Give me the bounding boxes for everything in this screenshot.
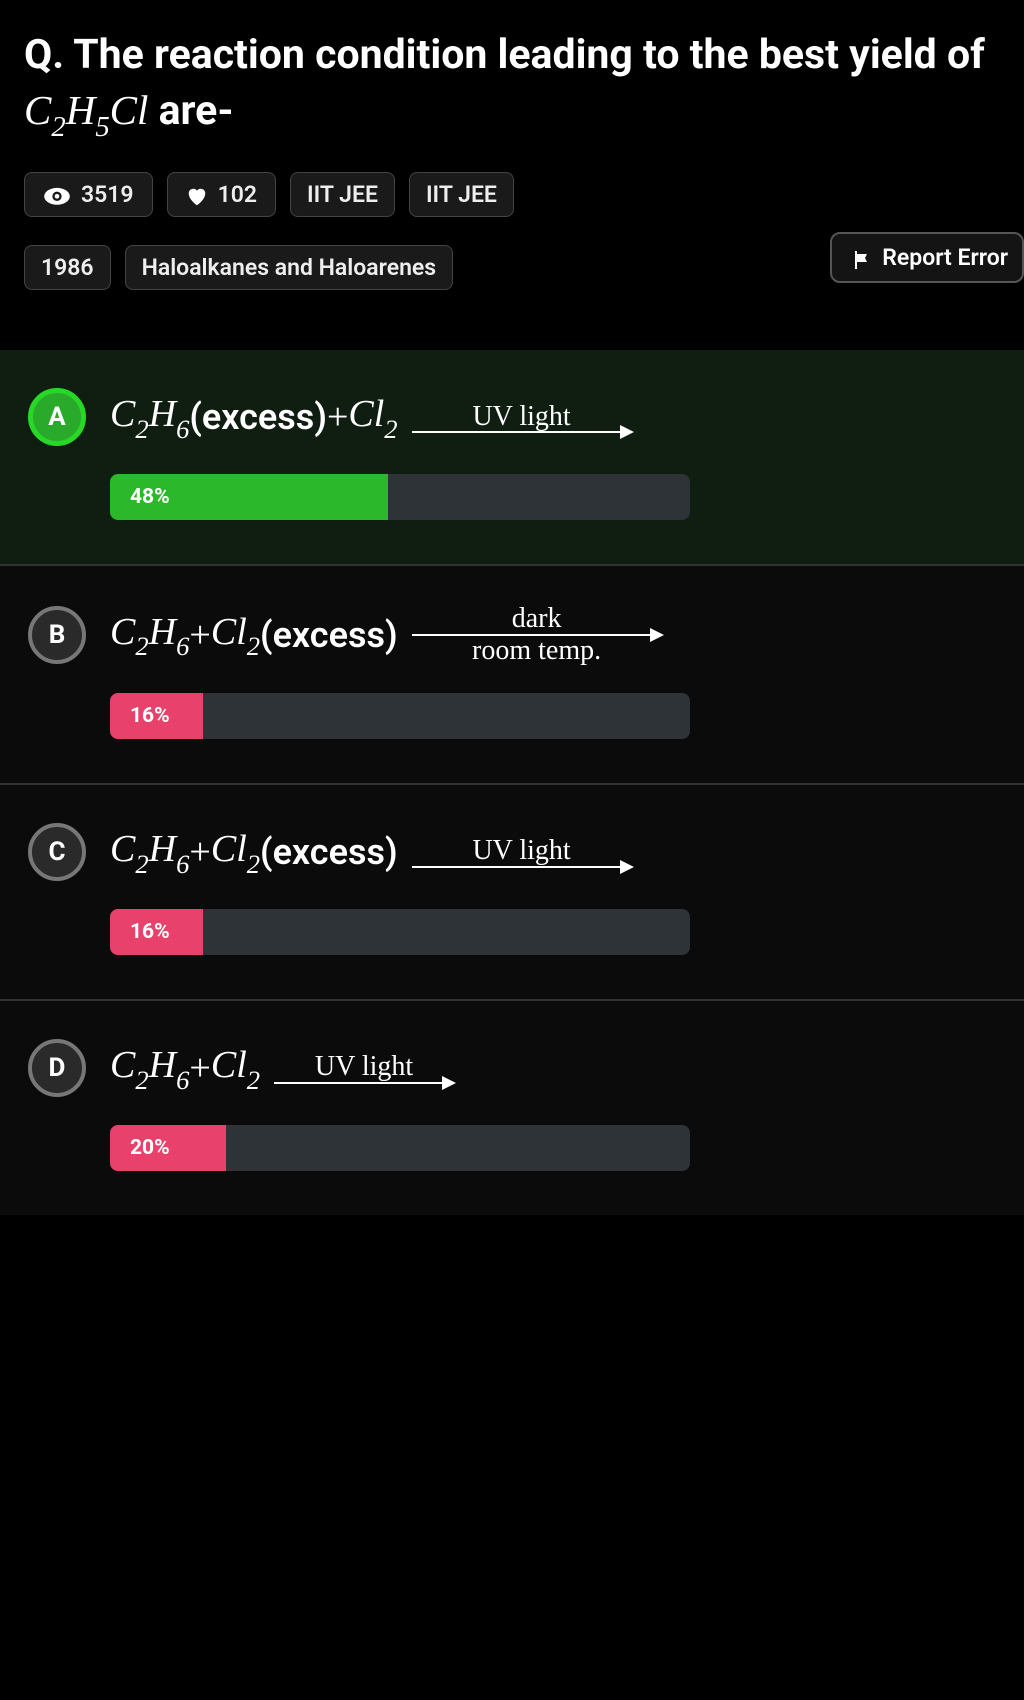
exam-chip-2[interactable]: IIT JEE xyxy=(409,172,514,217)
reaction-arrow: UV light xyxy=(412,402,632,433)
year-chip[interactable]: 1986 xyxy=(24,245,111,290)
heart-icon xyxy=(186,185,208,205)
eye-icon xyxy=(43,185,71,205)
option-letter-b: B xyxy=(28,606,86,664)
progress-fill-a: 48% xyxy=(110,474,388,520)
views-count: 3519 xyxy=(81,181,134,208)
flag-icon xyxy=(852,248,872,268)
progress-bar-d: 20% xyxy=(110,1125,690,1171)
reaction-arrow: dark room temp. xyxy=(412,604,662,665)
options-section: A C2H6 (excess) + Cl2 UV light 48% B xyxy=(0,350,1024,1215)
progress-bar-b: 16% xyxy=(110,693,690,739)
option-a[interactable]: A C2H6 (excess) + Cl2 UV light 48% xyxy=(0,350,1024,564)
likes-count: 102 xyxy=(218,181,257,208)
option-content-c: C2H6 + Cl2 (excess) UV light xyxy=(110,827,632,877)
reaction-arrow: UV light xyxy=(274,1052,454,1083)
option-d[interactable]: D C2H6 + Cl2 UV light 20% xyxy=(0,999,1024,1215)
tags-row: 3519 102 IIT JEE IIT JEE 1986 Haloalkane… xyxy=(24,172,1000,290)
excess-label: (excess) xyxy=(189,396,327,438)
reaction-arrow: UV light xyxy=(412,836,632,867)
progress-bar-a: 48% xyxy=(110,474,690,520)
progress-fill-c: 16% xyxy=(110,909,203,955)
question-formula: C2H5Cl xyxy=(24,87,148,133)
question-title: Q. The reaction condition leading to the… xyxy=(24,28,1000,144)
option-letter-d: D xyxy=(28,1039,86,1097)
topic-chip[interactable]: Haloalkanes and Haloarenes xyxy=(125,245,454,290)
views-chip[interactable]: 3519 xyxy=(24,172,153,217)
progress-fill-d: 20% xyxy=(110,1125,226,1171)
option-content-a: C2H6 (excess) + Cl2 UV light xyxy=(110,392,632,442)
option-b[interactable]: B C2H6 + Cl2 (excess) dark room temp. 16… xyxy=(0,564,1024,783)
question-text-before: The reaction condition leading to the be… xyxy=(73,31,984,79)
reactant-2: Cl2 xyxy=(348,392,397,442)
likes-chip[interactable]: 102 xyxy=(167,172,276,217)
option-content-d: C2H6 + Cl2 UV light xyxy=(110,1043,454,1093)
option-content-b: C2H6 + Cl2 (excess) dark room temp. xyxy=(110,604,662,665)
question-prefix: Q. xyxy=(24,31,73,79)
progress-bar-c: 16% xyxy=(110,909,690,955)
plus-sign: + xyxy=(327,395,348,439)
progress-fill-b: 16% xyxy=(110,693,203,739)
option-c[interactable]: C C2H6 + Cl2 (excess) UV light 16% xyxy=(0,783,1024,999)
option-letter-a: A xyxy=(28,388,86,446)
exam-chip-1[interactable]: IIT JEE xyxy=(290,172,395,217)
question-text-after: are- xyxy=(148,87,233,135)
option-letter-c: C xyxy=(28,823,86,881)
report-error-label: Report Error xyxy=(882,244,1008,271)
report-error-button[interactable]: Report Error xyxy=(830,232,1024,283)
reactant-1: C2H6 xyxy=(110,392,189,442)
